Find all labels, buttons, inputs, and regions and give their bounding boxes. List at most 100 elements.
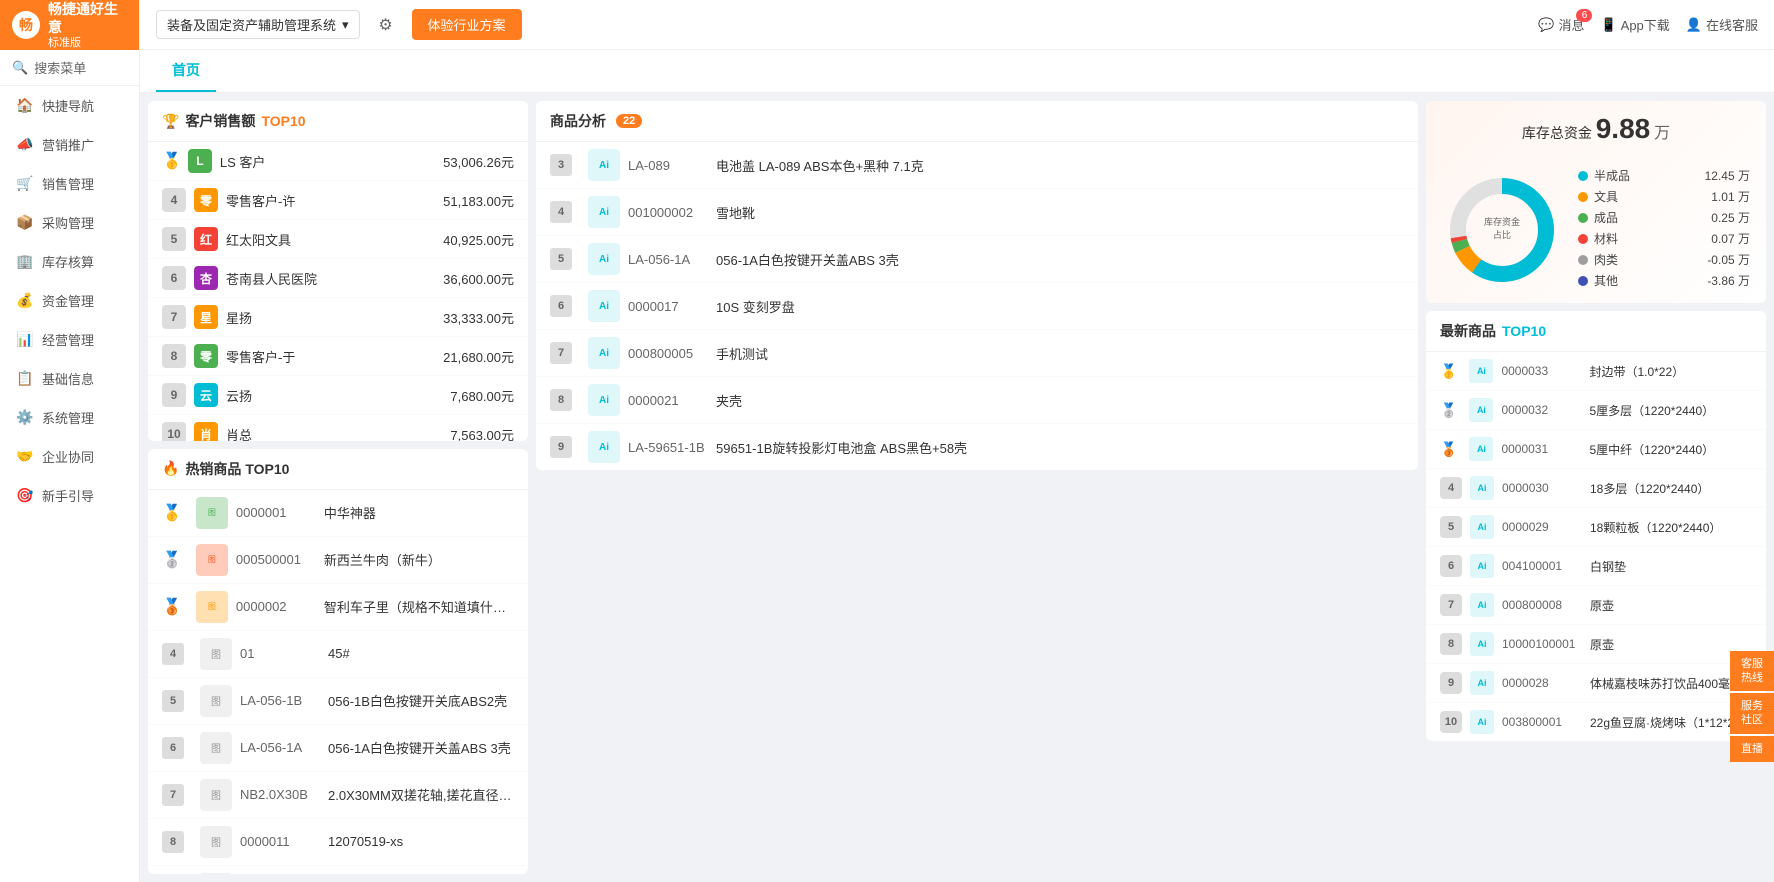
product-thumb: Ai [588, 384, 620, 416]
sidebar-item-operation[interactable]: 📊 经营管理 [0, 320, 139, 359]
inventory-body: 库存资金 占比 半成品 12.45 万 [1426, 157, 1766, 303]
table-row: 7 星 星扬 33,333.00元 [148, 298, 528, 337]
sidebar-item-guide[interactable]: 🎯 新手引导 [0, 476, 139, 515]
product-thumb: Ai [588, 243, 620, 275]
table-row: 🥇 L LS 客户 53,006.26元 [148, 142, 528, 181]
trial-button[interactable]: 体验行业方案 [412, 9, 522, 40]
customer-service-button[interactable]: 客服热线 [1730, 651, 1774, 692]
list-item: 9 Ai 0000028 体械嘉枝味苏打饮品400毫升（1*15） [1426, 664, 1766, 703]
list-item: 7 Ai 000800008 原壶 [1426, 586, 1766, 625]
inventory-total: 库存总资金 9.88 万 [1426, 101, 1766, 157]
sidebar-nav: 🏠 快捷导航 📣 营销推广 🛒 销售管理 📦 采购管理 🏢 库存核算 💰 资金管… [0, 86, 139, 882]
search-menu-button[interactable]: 🔍 搜索菜单 [12, 58, 127, 77]
svg-text:库存资金: 库存资金 [1484, 216, 1520, 227]
sidebar-item-enterprise[interactable]: 🤝 企业协同 [0, 437, 139, 476]
operation-icon: 📊 [16, 331, 34, 349]
topbar-right: 💬 消息 6 📱 App下载 👤 在线客服 [1538, 15, 1758, 34]
product-thumb: Ai [588, 196, 620, 228]
sidebar-item-sales[interactable]: 🛒 销售管理 [0, 164, 139, 203]
app-download-button[interactable]: 📱 App下载 [1600, 15, 1669, 34]
product-thumb: 图 [200, 685, 232, 717]
legend-item: 成品 0.25 万 [1578, 209, 1750, 226]
list-item: 9 Ai LA-59651-1B 59651-1B旋转投影灯电池盒 ABS黑色+… [536, 424, 1418, 470]
chevron-down-icon: ▾ [342, 17, 349, 33]
content-area: 首页 🏆 客户销售额 TOP10 🥇 L [140, 50, 1774, 882]
sidebar-item-label: 销售管理 [42, 174, 94, 193]
sidebar-item-purchase[interactable]: 📦 采购管理 [0, 203, 139, 242]
table-row: 6 杏 苍南县人民医院 36,600.00元 [148, 259, 528, 298]
messages-button[interactable]: 💬 消息 6 [1538, 15, 1584, 34]
system-icon: ⚙️ [16, 409, 34, 427]
legend-dot [1578, 255, 1588, 265]
list-item: 7 图 NB2.0X30B 2.0X30MM双搓花轴,搓花直径2.1MM/ROH… [148, 772, 528, 819]
sidebar-item-marketing[interactable]: 📣 营销推广 [0, 125, 139, 164]
product-thumb: Ai [588, 337, 620, 369]
middle-panel: 商品分析 22 3 Ai LA-089 电池盖 LA-089 ABS本色+黑种 … [536, 101, 1418, 874]
live-stream-button[interactable]: 直播 [1730, 736, 1774, 762]
list-item: 🥈 图 000500001 新西兰牛肉（新牛） [148, 537, 528, 584]
list-item: 10 Ai 003800001 22g鱼豆腐·烧烤味（1*12*20） [1426, 703, 1766, 741]
list-item: 8 Ai 10000100001 原壶 [1426, 625, 1766, 664]
legend-dot [1578, 234, 1588, 244]
avatar: L [188, 149, 212, 173]
legend-item: 材料 0.07 万 [1578, 230, 1750, 247]
sidebar: 畅 畅捷通好生意 标准版 🔍 搜索菜单 🏠 快捷导航 📣 营销推广 🛒 销售管理… [0, 0, 140, 882]
home-icon: 🏠 [16, 97, 34, 115]
sidebar-item-quick-nav[interactable]: 🏠 快捷导航 [0, 86, 139, 125]
settings-button[interactable]: ⚙ [372, 11, 400, 39]
avatar: 云 [194, 383, 218, 407]
product-thumb: 图 [196, 497, 228, 529]
product-thumb: Ai [1470, 671, 1494, 695]
trophy-icon: 🏆 [162, 113, 179, 130]
hot-products-card: 🔥 热销商品 TOP10 🥇 图 0000001 中华神器 [148, 449, 528, 874]
table-row: 8 零 零售客户-于 21,680.00元 [148, 337, 528, 376]
medal-icon: 🥇 [1440, 363, 1457, 380]
product-thumb: Ai [1469, 398, 1493, 422]
marketing-icon: 📣 [16, 136, 34, 154]
product-analysis-header: 商品分析 22 [536, 101, 1418, 142]
list-item: 🥇 图 0000001 中华神器 [148, 490, 528, 537]
product-thumb: Ai [1470, 554, 1494, 578]
online-service-button[interactable]: 👤 在线客服 [1686, 15, 1758, 34]
medal-icon: 🥉 [1440, 441, 1457, 458]
list-item: 🥉 图 0000002 智利车子里（规格不知道填什么） [148, 584, 528, 631]
sidebar-item-basic[interactable]: 📋 基础信息 [0, 359, 139, 398]
list-item: 4 图 01 45# [148, 631, 528, 678]
sidebar-item-label: 经营管理 [42, 330, 94, 349]
legend-dot [1578, 213, 1588, 223]
inventory-icon: 🏢 [16, 253, 34, 271]
analysis-badge: 22 [616, 114, 642, 128]
logo-icon: 畅 [12, 11, 40, 39]
tab-home[interactable]: 首页 [156, 50, 216, 92]
hot-products-list: 🥇 图 0000001 中华神器 🥈 图 000 [148, 490, 528, 874]
newest-products-list: 🥇 Ai 0000033 封边带（1.0*22） 🥈 Ai 0000032 5厘… [1426, 352, 1766, 741]
sidebar-item-inventory[interactable]: 🏢 库存核算 [0, 242, 139, 281]
float-service: 客服热线 服务社区 直播 [1730, 651, 1774, 762]
right-panel: 库存总资金 9.88 万 [1426, 101, 1766, 874]
legend-item: 文具 1.01 万 [1578, 188, 1750, 205]
sidebar-search[interactable]: 🔍 搜索菜单 [0, 50, 139, 86]
product-thumb: Ai [1470, 632, 1494, 656]
service-community-button[interactable]: 服务社区 [1730, 693, 1774, 734]
sidebar-item-label: 资金管理 [42, 291, 94, 310]
topbar: 装备及固定资产辅助管理系统 ▾ ⚙ 体验行业方案 💬 消息 6 📱 App下载 … [140, 0, 1774, 50]
product-thumb: Ai [588, 431, 620, 463]
product-thumb: Ai [1470, 710, 1494, 734]
sidebar-item-system[interactable]: ⚙️ 系统管理 [0, 398, 139, 437]
legend-dot [1578, 276, 1588, 286]
legend-dot [1578, 192, 1588, 202]
purchase-icon: 📦 [16, 214, 34, 232]
legend-dot [1578, 171, 1588, 181]
sidebar-item-finance[interactable]: 💰 资金管理 [0, 281, 139, 320]
product-analysis-card: 商品分析 22 3 Ai LA-089 电池盖 LA-089 ABS本色+黑种 … [536, 101, 1418, 470]
sidebar-item-label: 库存核算 [42, 252, 94, 271]
list-item: 3 Ai LA-089 电池盖 LA-089 ABS本色+黑种 7.1克 [536, 142, 1418, 189]
guide-icon: 🎯 [16, 487, 34, 505]
system-selector[interactable]: 装备及固定资产辅助管理系统 ▾ [156, 10, 360, 39]
newest-products-header: 最新商品 TOP10 [1426, 311, 1766, 352]
product-thumb: Ai [588, 149, 620, 181]
product-thumb: Ai [588, 290, 620, 322]
hot-products-header: 🔥 热销商品 TOP10 [148, 449, 528, 490]
sidebar-item-label: 系统管理 [42, 408, 94, 427]
page-body: 🏆 客户销售额 TOP10 🥇 L LS 客户 53,006.26元 [140, 93, 1774, 882]
